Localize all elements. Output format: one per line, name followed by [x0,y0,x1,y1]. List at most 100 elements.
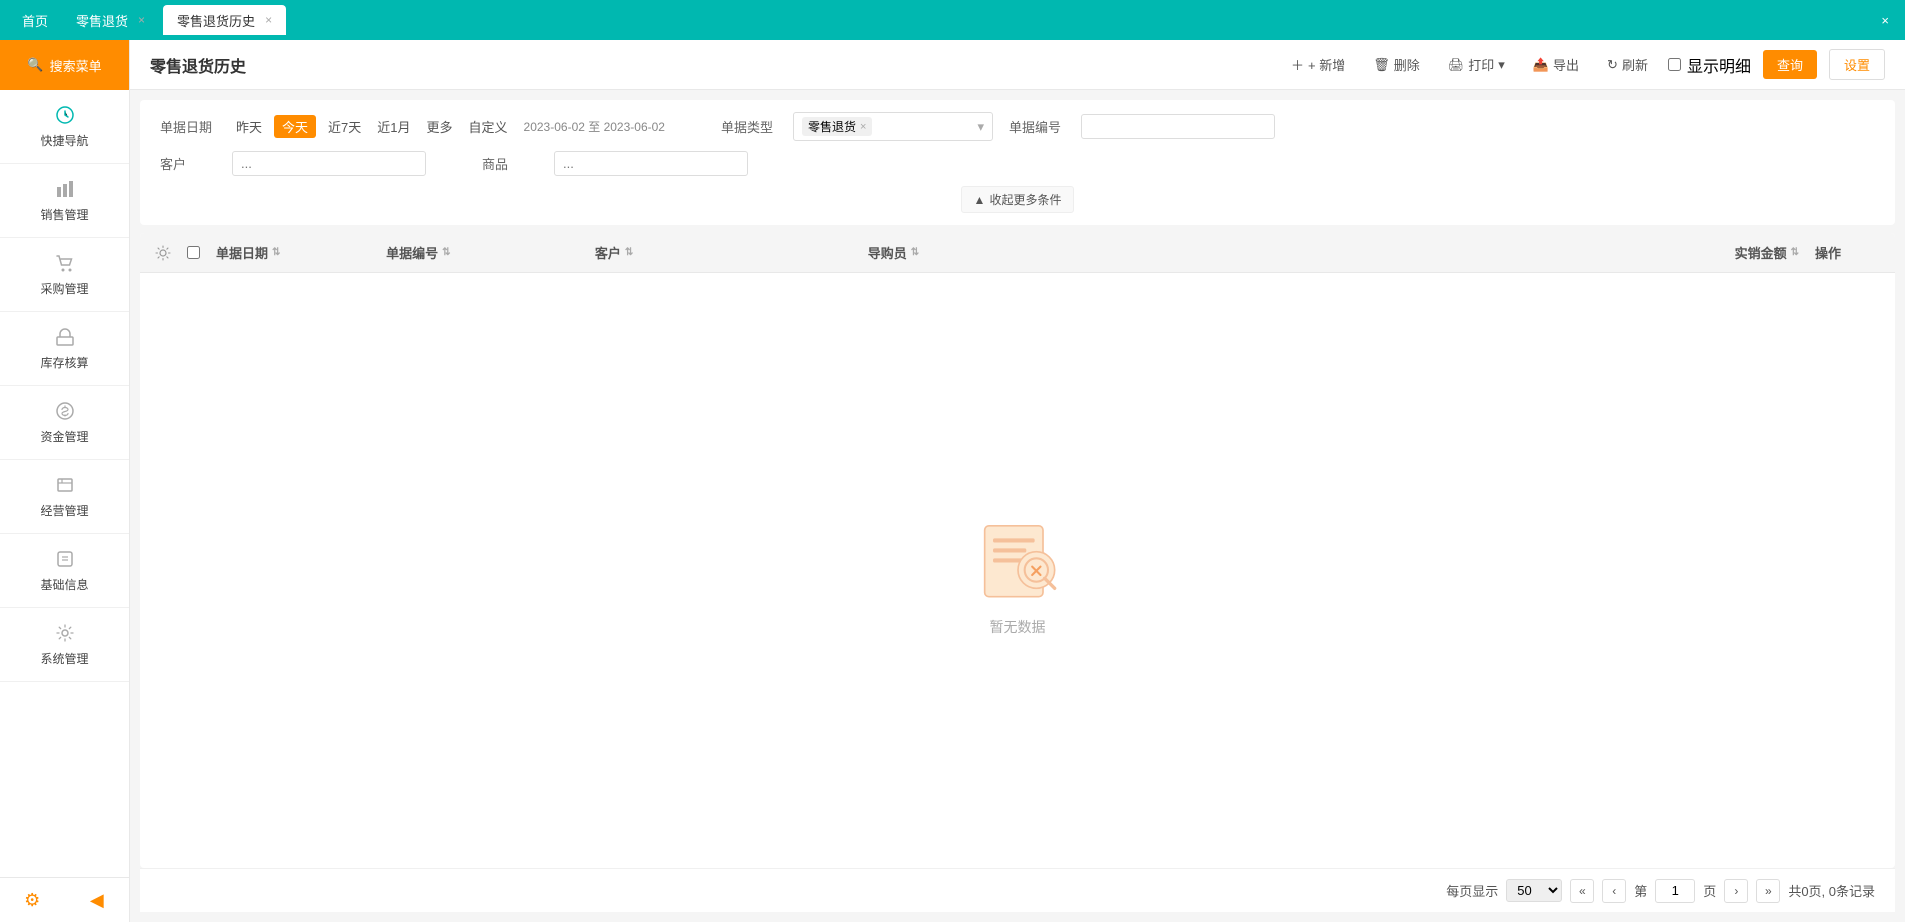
refresh-button[interactable]: ↻ 刷新 [1599,51,1656,78]
voucher-type-select[interactable]: 零售退货 × ▾ [793,112,993,141]
search-icon: 🔍 [27,57,43,73]
tab-retail-return-history[interactable]: 零售退货历史 × [163,5,286,35]
sidebar-item-sales-mgmt[interactable]: 销售管理 [0,164,129,238]
th-guide-sort[interactable]: ⇅ [911,247,919,258]
sidebar-item-system-mgmt-label: 系统管理 [40,650,88,667]
sidebar-item-inventory[interactable]: 库存核算 [0,312,129,386]
show-detail-container: 显示明细 [1668,53,1751,77]
th-action-label: 操作 [1815,243,1841,262]
sidebar-search-label: 搜索菜单 [50,56,102,75]
window-close-button[interactable]: × [1873,13,1897,28]
print-icon: 🖨 [1448,57,1465,73]
filter-row-2: 客户 商品 [160,151,1875,176]
tab-retail-return-history-close[interactable]: × [265,13,272,27]
sidebar-item-basic-info[interactable]: 基础信息 [0,534,129,608]
sidebar-item-quick-nav[interactable]: 快捷导航 [0,90,129,164]
date-range-display: 2023-06-02 至 2023-06-02 [524,118,665,135]
date-opt-more[interactable]: 更多 [423,115,457,138]
show-detail-label: 显示明细 [1687,53,1751,77]
export-button[interactable]: 📤 导出 [1525,51,1587,78]
th-amount-sort[interactable]: ⇅ [1791,247,1799,258]
th-date-label: 单据日期 [216,243,268,262]
sidebar-item-purchase-mgmt-label: 采购管理 [40,280,88,297]
date-opt-7days[interactable]: 近7天 [324,115,365,138]
quick-nav-icon [54,104,76,126]
per-page-select[interactable]: 50 20 100 [1506,879,1562,902]
page-label: 第 [1634,881,1647,900]
page-number-input[interactable] [1655,879,1695,903]
print-button[interactable]: 🖨 打印 ▾ [1440,51,1513,78]
table-header: 单据日期 ⇅ 单据编号 ⇅ 客户 ⇅ 导购员 ⇅ 实销金额 [140,233,1895,273]
tab-retail-return-label: 零售退货 [76,11,128,30]
system-mgmt-icon [54,622,76,644]
table-settings-icon[interactable] [148,245,178,261]
voucher-no-input[interactable] [1081,114,1275,139]
sidebar-search[interactable]: 🔍 搜索菜单 [0,40,129,90]
refresh-label: 刷新 [1622,55,1648,74]
customer-input[interactable] [232,151,426,176]
pagination: 每页显示 50 20 100 « ‹ 第 页 › » 共0页, 0条记录 [140,868,1895,912]
th-date: 单据日期 ⇅ [208,243,378,262]
goods-input[interactable] [554,151,748,176]
content-area: 零售退货历史 ＋ + 新增 🗑 删除 🖨 打印 ▾ 📤 导出 [130,40,1905,922]
finance-icon [54,400,76,422]
th-action: 操作 [1807,243,1887,262]
new-button[interactable]: ＋ + 新增 [1283,51,1353,78]
collapse-button[interactable]: ▲ 收起更多条件 [961,186,1075,213]
voucher-type-dropdown-icon: ▾ [977,119,984,135]
sidebar-collapse-button[interactable]: ◀ [65,878,130,922]
tab-home[interactable]: 首页 [8,11,62,30]
page-header: 零售退货历史 ＋ + 新增 🗑 删除 🖨 打印 ▾ 📤 导出 [130,40,1905,90]
voucher-type-tag-close[interactable]: × [860,121,866,133]
date-opt-yesterday[interactable]: 昨天 [232,115,266,138]
customer-label: 客户 [160,154,216,173]
th-no: 单据编号 ⇅ [378,243,587,262]
per-page-label: 每页显示 [1446,881,1498,900]
sidebar-item-finance[interactable]: 资金管理 [0,386,129,460]
voucher-type-tag: 零售退货 × [802,117,872,136]
purchase-mgmt-icon [54,252,76,274]
first-page-button[interactable]: « [1570,879,1594,903]
collapse-label: 收起更多条件 [989,191,1061,208]
print-label: 打印 [1468,55,1494,74]
sidebar-bottom: ⚙ ◀ [0,877,129,922]
date-opt-1month[interactable]: 近1月 [373,115,414,138]
th-guide-label: 导购员 [868,243,907,262]
sidebar-item-finance-label: 资金管理 [40,428,88,445]
main-layout: 🔍 搜索菜单 快捷导航 销售管理 采购管理 库存核算 [0,40,1905,922]
select-all-checkbox[interactable] [187,246,200,259]
next-page-button[interactable]: › [1724,879,1748,903]
settings-button[interactable]: 设置 [1829,49,1885,80]
sidebar-item-sales-mgmt-label: 销售管理 [40,206,88,223]
operations-icon [54,474,76,496]
delete-button[interactable]: 🗑 删除 [1365,51,1428,78]
sidebar-settings-button[interactable]: ⚙ [0,878,65,922]
th-no-sort[interactable]: ⇅ [442,247,450,258]
sales-mgmt-icon [54,178,76,200]
sidebar-item-purchase-mgmt[interactable]: 采购管理 [0,238,129,312]
table-select-all[interactable] [178,246,208,259]
query-button[interactable]: 查询 [1763,50,1817,79]
tab-retail-return-history-label: 零售退货历史 [177,11,255,30]
tab-retail-return-close[interactable]: × [138,13,145,27]
th-amount-label: 实销金额 [1735,243,1787,262]
th-customer-label: 客户 [595,243,621,262]
top-bar: 首页 零售退货 × 零售退货历史 × × [0,0,1905,40]
prev-page-button[interactable]: ‹ [1602,879,1626,903]
inventory-icon [54,326,76,348]
sidebar-item-operations[interactable]: 经营管理 [0,460,129,534]
show-detail-checkbox[interactable] [1668,58,1681,71]
empty-text: 暂无数据 [990,617,1046,637]
voucher-no-label: 单据编号 [1009,117,1065,136]
table-empty: 暂无数据 [140,273,1895,868]
tab-retail-return[interactable]: 零售退货 × [62,5,159,35]
sidebar-item-system-mgmt[interactable]: 系统管理 [0,608,129,682]
last-page-button[interactable]: » [1756,879,1780,903]
date-opt-custom[interactable]: 自定义 [465,115,512,138]
th-date-sort[interactable]: ⇅ [272,247,280,258]
page-summary: 共0页, 0条记录 [1788,881,1875,900]
filter-area: 单据日期 昨天 今天 近7天 近1月 更多 自定义 2023-06-02 至 2… [140,100,1895,225]
th-customer-sort[interactable]: ⇅ [625,247,633,258]
date-opt-today[interactable]: 今天 [274,115,316,138]
export-icon: 📤 [1533,57,1549,73]
